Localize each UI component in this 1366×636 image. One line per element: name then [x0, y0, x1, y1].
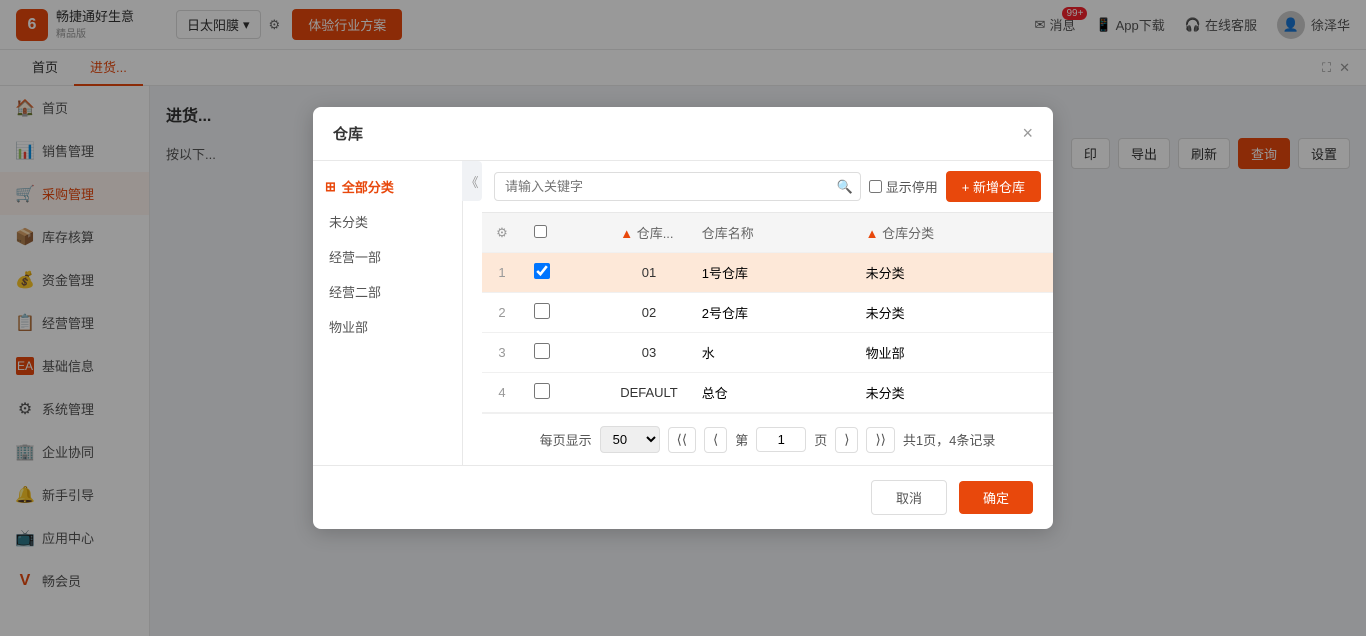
page-word: 第: [735, 430, 748, 449]
row-name: 水: [690, 333, 854, 373]
total-info: 共1页，4条记录: [903, 430, 995, 449]
warehouse-table: ⚙ ▲ 仓库... 仓库名称 ▲ 仓库分类 1 01 1号仓库 未分: [482, 213, 1053, 413]
row-code: DEFAULT: [608, 373, 690, 413]
row-category: 物业部: [854, 333, 1053, 373]
row-category: 未分类: [854, 253, 1053, 293]
row-checkbox[interactable]: [534, 383, 550, 399]
select-all-checkbox[interactable]: [534, 225, 547, 238]
last-page-button[interactable]: ⟩⟩: [866, 427, 894, 453]
confirm-button[interactable]: 确定: [959, 481, 1033, 514]
prev-page-button[interactable]: ⟨: [704, 427, 727, 453]
warehouse-table-wrap: ⚙ ▲ 仓库... 仓库名称 ▲ 仓库分类 1 01 1号仓库 未分: [482, 213, 1053, 413]
all-categories-item[interactable]: ⊞ 全部分类: [313, 169, 462, 204]
modal-overlay: 仓库 × ⊞ 全部分类 未分类 经营一部 经营二部 物业部 《: [0, 0, 1366, 636]
per-page-label: 每页显示: [540, 430, 592, 449]
show-disabled-label: 显示停用: [886, 177, 938, 196]
table-body: 1 01 1号仓库 未分类 2 02 2号仓库 未分类 3 03 水 物业部 4: [482, 253, 1053, 413]
per-page-select[interactable]: 50 10 20 100: [600, 426, 660, 453]
row-checkbox-cell: [522, 333, 608, 373]
warehouse-dialog: 仓库 × ⊞ 全部分类 未分类 经营一部 经营二部 物业部 《: [313, 107, 1053, 529]
row-checkbox-cell: [522, 293, 608, 333]
dialog-header: 仓库 ×: [313, 107, 1053, 161]
table-row[interactable]: 2 02 2号仓库 未分类: [482, 293, 1053, 333]
warehouse-list-panel: 🔍 显示停用 + 新增仓库 ⚙: [482, 161, 1053, 465]
th-settings: ⚙: [482, 213, 522, 253]
cancel-button[interactable]: 取消: [871, 480, 947, 515]
collapse-panel-button[interactable]: 《: [462, 161, 482, 201]
row-name: 总仓: [690, 373, 854, 413]
row-checkbox[interactable]: [534, 263, 550, 279]
sort-icon2: ▲: [866, 226, 879, 241]
dialog-footer: 取消 确定: [313, 465, 1053, 529]
table-header-row: ⚙ ▲ 仓库... 仓库名称 ▲ 仓库分类: [482, 213, 1053, 253]
next-page-button[interactable]: ⟩: [835, 427, 858, 453]
row-checkbox-cell: [522, 253, 608, 293]
pagination: 每页显示 50 10 20 100 ⟨⟨ ⟨ 第 页 ⟩ ⟩⟩ 共1页，4条记录: [482, 413, 1053, 465]
category-operation2[interactable]: 经营二部: [313, 274, 462, 309]
row-code: 01: [608, 253, 690, 293]
row-settings: 3: [482, 333, 522, 373]
th-checkbox: [522, 213, 608, 253]
all-categories-label: 全部分类: [342, 177, 394, 196]
th-category: ▲ 仓库分类: [854, 213, 1053, 253]
table-row[interactable]: 1 01 1号仓库 未分类: [482, 253, 1053, 293]
category-unclassified[interactable]: 未分类: [313, 204, 462, 239]
add-warehouse-button[interactable]: + 新增仓库: [946, 171, 1041, 202]
category-operation1[interactable]: 经营一部: [313, 239, 462, 274]
row-settings: 1: [482, 253, 522, 293]
dialog-title: 仓库: [333, 123, 363, 144]
row-code: 03: [608, 333, 690, 373]
all-categories-icon: ⊞: [325, 179, 336, 195]
row-checkbox[interactable]: [534, 343, 550, 359]
page-unit: 页: [814, 430, 827, 449]
table-row[interactable]: 3 03 水 物业部: [482, 333, 1053, 373]
dialog-close-button[interactable]: ×: [1022, 123, 1033, 144]
search-wrap: 🔍: [494, 172, 861, 201]
dialog-body: ⊞ 全部分类 未分类 经营一部 经营二部 物业部 《 🔍: [313, 161, 1053, 465]
show-disabled-checkbox-label[interactable]: 显示停用: [869, 177, 938, 196]
th-name: 仓库名称: [690, 213, 854, 253]
row-category: 未分类: [854, 373, 1053, 413]
row-settings: 4: [482, 373, 522, 413]
table-row[interactable]: 4 DEFAULT 总仓 未分类: [482, 373, 1053, 413]
right-toolbar: 🔍 显示停用 + 新增仓库: [482, 161, 1053, 213]
search-icon[interactable]: 🔍: [837, 179, 853, 195]
page-number-input[interactable]: [756, 427, 806, 452]
row-category: 未分类: [854, 293, 1053, 333]
row-settings: 2: [482, 293, 522, 333]
search-input[interactable]: [494, 172, 861, 201]
row-code: 02: [608, 293, 690, 333]
row-checkbox-cell: [522, 373, 608, 413]
first-page-button[interactable]: ⟨⟨: [668, 427, 696, 453]
category-property[interactable]: 物业部: [313, 309, 462, 344]
collapse-icon: 《: [465, 172, 478, 191]
show-disabled-checkbox[interactable]: [869, 180, 882, 193]
row-name: 2号仓库: [690, 293, 854, 333]
row-checkbox[interactable]: [534, 303, 550, 319]
row-name: 1号仓库: [690, 253, 854, 293]
th-code: ▲ 仓库...: [608, 213, 690, 253]
category-panel: ⊞ 全部分类 未分类 经营一部 经营二部 物业部: [313, 161, 463, 465]
sort-icon: ▲: [620, 226, 633, 241]
